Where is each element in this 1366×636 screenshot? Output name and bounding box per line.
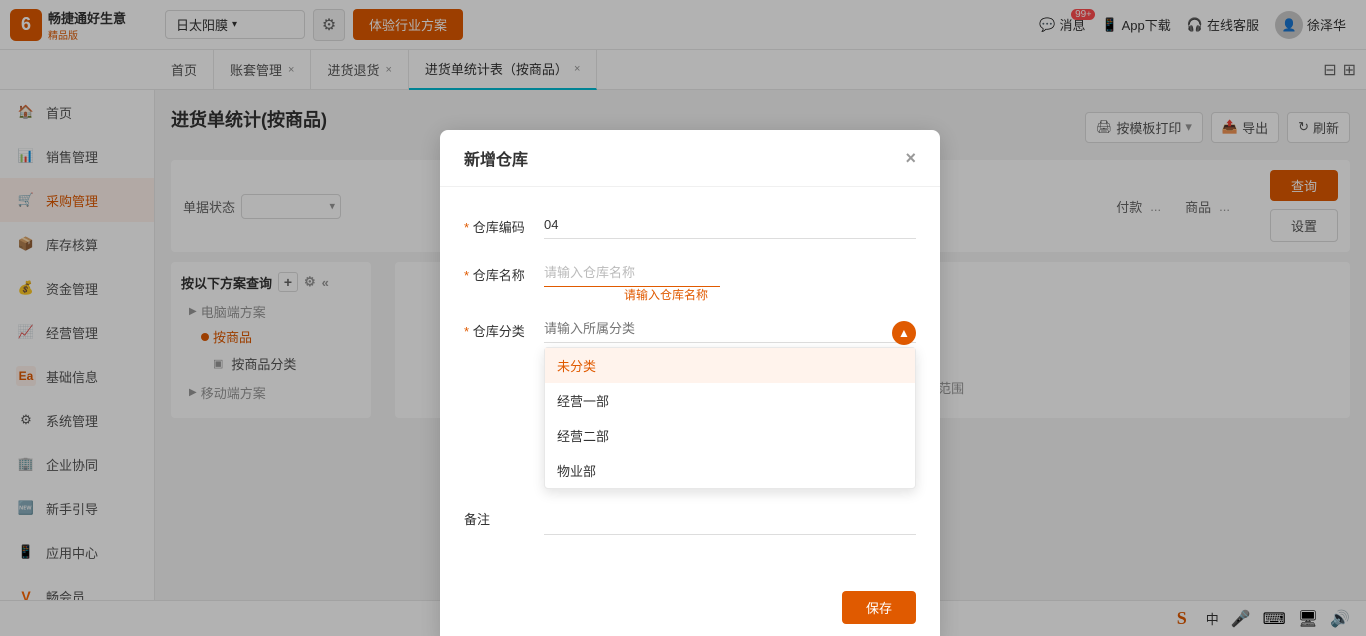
- category-input[interactable]: [544, 315, 916, 343]
- category-select-wrapper: ▲ 未分类 经营一部 经营二部 物业部: [544, 315, 916, 343]
- code-label: * 仓库编码: [464, 211, 544, 236]
- form-row-category: * 仓库分类 ▲ 未分类 经营一部 经营二部 物业部: [464, 315, 916, 343]
- warehouse-code-input[interactable]: [544, 211, 916, 239]
- dropdown-option-dept2[interactable]: 经营二部: [545, 418, 915, 453]
- form-row-code: * 仓库编码: [464, 211, 916, 239]
- modal-title: 新增仓库: [464, 146, 528, 170]
- name-error-message: 请输入仓库名称: [624, 286, 708, 303]
- category-dropdown-list: 未分类 经营一部 经营二部 物业部: [544, 347, 916, 489]
- note-textarea[interactable]: [544, 503, 916, 535]
- save-button[interactable]: 保存: [842, 591, 916, 624]
- form-row-name: * 仓库名称 请输入仓库名称: [464, 259, 916, 287]
- category-dropdown-toggle[interactable]: ▲: [892, 321, 916, 345]
- form-row-note: 备注: [464, 503, 916, 535]
- modal-add-warehouse: 新增仓库 × * 仓库编码 * 仓库名称 请输入仓库名称 *: [440, 130, 940, 636]
- modal-footer: 保存: [440, 579, 940, 636]
- name-field-wrapper: 请输入仓库名称: [544, 259, 916, 287]
- category-label: * 仓库分类: [464, 315, 544, 340]
- name-label: * 仓库名称: [464, 259, 544, 284]
- modal-close-button[interactable]: ×: [905, 148, 916, 169]
- note-label: 备注: [464, 503, 544, 528]
- warehouse-name-input[interactable]: [544, 259, 720, 287]
- dropdown-option-dept1[interactable]: 经营一部: [545, 383, 915, 418]
- modal-body: * 仓库编码 * 仓库名称 请输入仓库名称 * 仓库分类 ▲: [440, 187, 940, 579]
- dropdown-option-uncategorized[interactable]: 未分类: [545, 348, 915, 383]
- modal-header: 新增仓库 ×: [440, 130, 940, 187]
- dropdown-option-dept3[interactable]: 物业部: [545, 453, 915, 488]
